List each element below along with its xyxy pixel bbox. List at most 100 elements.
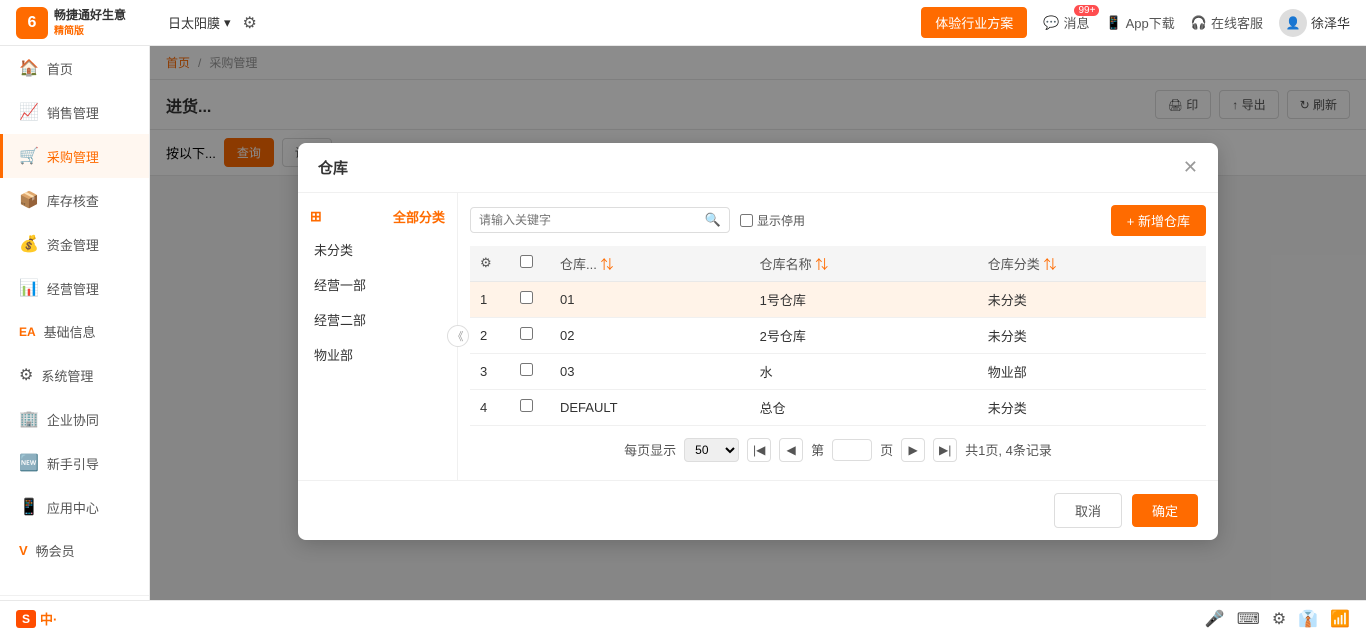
- warehouse-dialog: 仓库 ✕ ⊞ 全部分类 未分类 经营: [298, 143, 1218, 540]
- sidebar-item-label: 应用中心: [47, 498, 99, 517]
- category-header: ⊞ 全部分类: [298, 201, 457, 232]
- sidebar-item-collab[interactable]: 🏢 企业协同: [0, 397, 149, 441]
- sidebar-item-ops[interactable]: 📊 经营管理: [0, 266, 149, 310]
- sidebar-item-apps[interactable]: 📱 应用中心: [0, 485, 149, 529]
- dialog-footer: 取消 确定: [298, 480, 1218, 540]
- table-header-row: ⚙ 仓库... ⇅: [470, 246, 1206, 282]
- row-category: 未分类: [978, 389, 1206, 425]
- search-icon[interactable]: 🔍: [705, 212, 721, 228]
- gear-bottom-icon[interactable]: ⚙: [1272, 609, 1286, 629]
- th-code: 仓库... ⇅: [550, 246, 750, 282]
- show-disabled-label[interactable]: 显示停用: [740, 212, 805, 229]
- first-page-btn[interactable]: |◀: [747, 438, 771, 462]
- gear-icon[interactable]: ⚙: [243, 13, 257, 33]
- select-all-checkbox[interactable]: [520, 255, 533, 268]
- app-download-btn[interactable]: 📱 App下载: [1105, 13, 1174, 32]
- sidebar-item-inventory[interactable]: 📦 库存核查: [0, 178, 149, 222]
- show-disabled-checkbox[interactable]: [740, 214, 753, 227]
- dialog-overlay: 仓库 ✕ ⊞ 全部分类 未分类 经营: [150, 46, 1366, 636]
- prev-page-btn[interactable]: ◀: [779, 438, 803, 462]
- sidebar-item-label: 资金管理: [47, 235, 99, 254]
- add-warehouse-btn[interactable]: + 新增仓库: [1111, 205, 1206, 236]
- sidebar-item-finance[interactable]: 💰 资金管理: [0, 222, 149, 266]
- sidebar-item-system[interactable]: ⚙ 系统管理: [0, 353, 149, 397]
- per-page-label: 每页显示: [624, 440, 676, 459]
- page-input[interactable]: 1: [832, 439, 872, 461]
- per-page-select[interactable]: 50 100 200: [684, 438, 739, 462]
- dialog-header: 仓库 ✕: [298, 143, 1218, 193]
- category-panel: ⊞ 全部分类 未分类 经营一部 经营二部 物业部: [298, 193, 458, 480]
- sidebar-item-label: 经营管理: [47, 279, 99, 298]
- row-index: 3: [470, 353, 510, 389]
- table-row[interactable]: 1 01 1号仓库 未分类: [470, 281, 1206, 317]
- user-avatar-area[interactable]: 👤 徐泽华: [1279, 9, 1350, 37]
- apps-icon: 📱: [19, 497, 39, 517]
- headset-icon: 🎧: [1191, 15, 1207, 31]
- member-icon: V: [19, 543, 28, 558]
- shirt-icon[interactable]: 👔: [1298, 609, 1318, 629]
- row-checkbox: [510, 317, 550, 353]
- sidebar-item-home[interactable]: 🏠 首页: [0, 46, 149, 90]
- pagination: 每页显示 50 100 200 |◀ ◀ 第 1 页 ▶: [470, 426, 1206, 468]
- message-icon: 💬: [1043, 15, 1059, 31]
- search-input[interactable]: [479, 213, 699, 227]
- sidebar-item-label: 销售管理: [47, 103, 99, 122]
- row-index: 4: [470, 389, 510, 425]
- category-item-ops1[interactable]: 经营一部: [298, 267, 457, 302]
- sidebar-item-label: 采购管理: [47, 147, 99, 166]
- category-collapse-button[interactable]: 《: [447, 325, 469, 347]
- category-item-unclassified[interactable]: 未分类: [298, 232, 457, 267]
- sidebar-item-guide[interactable]: 🆕 新手引导: [0, 441, 149, 485]
- table-panel: 🔍 显示停用 + 新增仓库: [458, 193, 1218, 480]
- sidebar: 🏠 首页 📈 销售管理 🛒 采购管理 📦 库存核查 💰 资金管理 📊 经营管理 …: [0, 46, 150, 636]
- finance-icon: 💰: [19, 234, 39, 254]
- sidebar-item-label: 系统管理: [41, 366, 93, 385]
- wifi-icon[interactable]: 📶: [1330, 609, 1350, 629]
- online-service-btn[interactable]: 🎧 在线客服: [1191, 13, 1263, 32]
- table-row[interactable]: 3 03 水 物业部: [470, 353, 1206, 389]
- store-selector[interactable]: 日太阳膜 ▾: [168, 13, 231, 32]
- sidebar-item-label: 基础信息: [44, 322, 96, 341]
- mic-icon[interactable]: 🎤: [1205, 609, 1225, 629]
- sidebar-item-label: 企业协同: [47, 410, 99, 429]
- category-title: 全部分类: [393, 207, 445, 226]
- table-header: ⚙ 仓库... ⇅: [470, 246, 1206, 282]
- confirm-button[interactable]: 确定: [1132, 494, 1198, 527]
- row-code: 03: [550, 353, 750, 389]
- sidebar-item-basic[interactable]: EA 基础信息: [0, 310, 149, 353]
- sidebar-item-purchase[interactable]: 🛒 采购管理: [0, 134, 149, 178]
- online-service-label: 在线客服: [1211, 13, 1263, 32]
- sidebar-item-label: 库存核查: [47, 191, 99, 210]
- th-name: 仓库名称 ⇅: [750, 246, 978, 282]
- page-label: 页: [880, 440, 893, 459]
- row-index: 2: [470, 317, 510, 353]
- cancel-button[interactable]: 取消: [1054, 493, 1122, 528]
- row-code: 01: [550, 281, 750, 317]
- brand-logo: 6 畅捷通好生意 精简版: [16, 7, 156, 39]
- chevron-down-icon: ▾: [224, 15, 231, 31]
- dialog-title: 仓库: [318, 157, 348, 178]
- last-page-btn[interactable]: ▶|: [933, 438, 957, 462]
- th-settings: ⚙: [470, 246, 510, 282]
- row-checkbox: [510, 353, 550, 389]
- row-name: 水: [750, 353, 978, 389]
- keyboard-icon[interactable]: ⌨: [1237, 609, 1260, 629]
- table-row[interactable]: 4 DEFAULT 总仓 未分类: [470, 389, 1206, 425]
- row-checkbox: [510, 389, 550, 425]
- category-item-property[interactable]: 物业部: [298, 337, 457, 372]
- next-page-btn[interactable]: ▶: [901, 438, 925, 462]
- category-item-ops2[interactable]: 经营二部: [298, 302, 457, 337]
- sidebar-item-member[interactable]: V 畅会员: [0, 529, 149, 572]
- store-name: 日太阳膜: [168, 13, 220, 32]
- table-toolbar: 🔍 显示停用 + 新增仓库: [470, 205, 1206, 236]
- ops-icon: 📊: [19, 278, 39, 298]
- exp-btn[interactable]: 体验行业方案: [921, 7, 1027, 38]
- sidebar-item-sales[interactable]: 📈 销售管理: [0, 90, 149, 134]
- sidebar-item-label: 首页: [47, 59, 73, 78]
- messages-btn[interactable]: 💬 消息 99+: [1043, 13, 1089, 32]
- inventory-icon: 📦: [19, 190, 39, 210]
- row-category: 未分类: [978, 281, 1206, 317]
- grid-icon: ⊞: [310, 208, 322, 225]
- dialog-close-button[interactable]: ✕: [1183, 157, 1198, 178]
- table-row[interactable]: 2 02 2号仓库 未分类: [470, 317, 1206, 353]
